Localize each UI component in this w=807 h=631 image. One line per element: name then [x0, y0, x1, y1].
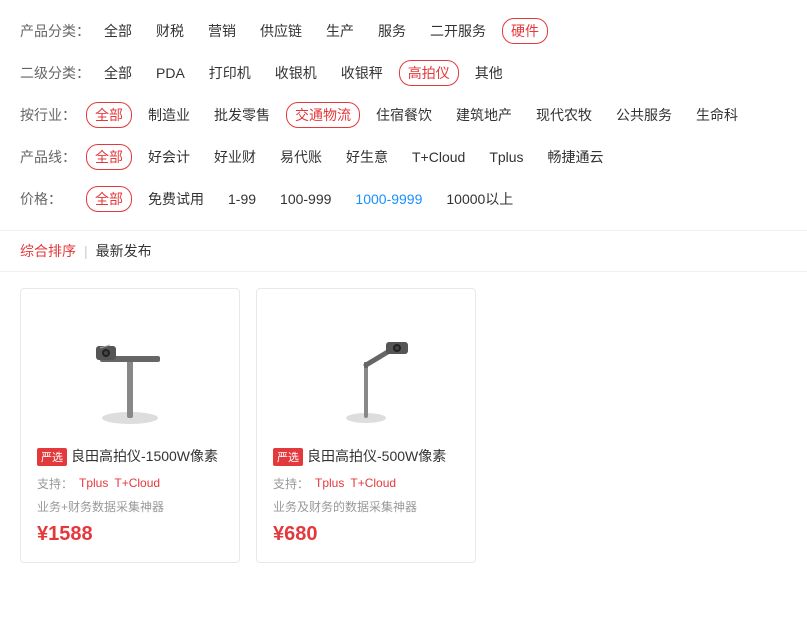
industry-gongfuwu[interactable]: 公共服务 [608, 103, 680, 127]
pl-tcloud[interactable]: T+Cloud [404, 147, 473, 167]
filter-section: 产品分类： 全部 财税 营销 供应链 生产 服务 二开服务 硬件 二级分类： 全… [0, 0, 807, 231]
product-desc-1: 业务+财务数据采集神器 [37, 498, 223, 515]
category-shengchan[interactable]: 生产 [318, 19, 362, 43]
sort-divider: | [84, 243, 88, 259]
product-image-1 [37, 305, 223, 435]
subcategory-label: 二级分类： [20, 63, 90, 83]
category-filter-row: 产品分类： 全部 财税 营销 供应链 生产 服务 二开服务 硬件 [20, 10, 787, 52]
price-items: 全部 免费试用 1-99 100-999 1000-9999 10000以上 [86, 186, 521, 212]
support-label-1: 支持： [37, 475, 73, 492]
pl-tplus[interactable]: Tplus [481, 147, 531, 167]
industry-jiaotong[interactable]: 交通物流 [286, 102, 360, 128]
product-badge-title-2: 严选 良田高拍仪-500W像素 [273, 447, 459, 467]
product-image-svg-1 [80, 310, 180, 430]
subcategory-items: 全部 PDA 打印机 收银机 收银秤 高拍仪 其他 [96, 60, 511, 86]
sort-comprehensive[interactable]: 综合排序 [20, 241, 76, 261]
industry-nongye[interactable]: 现代农牧 [528, 103, 600, 127]
sort-latest[interactable]: 最新发布 [96, 241, 152, 261]
product-badge-title-1: 严选 良田高拍仪-1500W像素 [37, 447, 223, 467]
price-1000-9999[interactable]: 1000-9999 [347, 189, 430, 209]
product-card-1[interactable]: 严选 良田高拍仪-1500W像素 支持： Tplus T+Cloud 业务+财务… [20, 288, 240, 563]
product-badge-1: 严选 [37, 448, 67, 466]
price-filter-row: 价格： 全部 免费试用 1-99 100-999 1000-9999 10000… [20, 178, 787, 220]
price-100-999[interactable]: 100-999 [272, 189, 339, 209]
pl-all[interactable]: 全部 [86, 144, 132, 170]
industry-filter-row: 按行业： 全部 制造业 批发零售 交通物流 住宿餐饮 建筑地产 现代农牧 公共服… [20, 94, 787, 136]
industry-pifa[interactable]: 批发零售 [206, 103, 278, 127]
support-label-2: 支持： [273, 475, 309, 492]
industry-zhizao[interactable]: 制造业 [140, 103, 198, 127]
pl-haoyecai[interactable]: 好业财 [206, 145, 264, 169]
product-title-1: 良田高拍仪-1500W像素 [71, 447, 218, 467]
productline-items: 全部 好会计 好业财 易代账 好生意 T+Cloud Tplus 畅捷通云 [86, 144, 612, 170]
product-support-2: 支持： Tplus T+Cloud [273, 475, 459, 492]
pl-yidaizhang[interactable]: 易代账 [272, 145, 330, 169]
pl-changjietong[interactable]: 畅捷通云 [540, 145, 612, 169]
price-free[interactable]: 免费试用 [140, 187, 212, 211]
product-title-2: 良田高拍仪-500W像素 [307, 447, 446, 467]
sort-bar: 综合排序 | 最新发布 [0, 231, 807, 272]
industry-label: 按行业： [20, 105, 80, 125]
price-10000plus[interactable]: 10000以上 [438, 187, 521, 211]
category-label: 产品分类： [20, 21, 90, 41]
tag-tcloud-1: T+Cloud [114, 476, 160, 490]
sub-all[interactable]: 全部 [96, 61, 140, 85]
sub-shouyin[interactable]: 收银机 [267, 61, 325, 85]
industry-shengming[interactable]: 生命科 [688, 103, 746, 127]
product-desc-2: 业务及财务的数据采集神器 [273, 498, 459, 515]
tag-tplus-2: Tplus [315, 476, 344, 490]
product-image-svg-2 [316, 310, 416, 430]
category-yingjian[interactable]: 硬件 [502, 18, 548, 44]
category-items: 全部 财税 营销 供应链 生产 服务 二开服务 硬件 [96, 18, 548, 44]
price-all[interactable]: 全部 [86, 186, 132, 212]
category-erkaifuwu[interactable]: 二开服务 [422, 19, 494, 43]
product-image-2 [273, 305, 459, 435]
category-gongyinglian[interactable]: 供应链 [252, 19, 310, 43]
sub-qita[interactable]: 其他 [467, 61, 511, 85]
industry-all[interactable]: 全部 [86, 102, 132, 128]
price-label: 价格： [20, 189, 80, 209]
product-card-2[interactable]: 严选 良田高拍仪-500W像素 支持： Tplus T+Cloud 业务及财务的… [256, 288, 476, 563]
tag-tplus-1: Tplus [79, 476, 108, 490]
price-1-99[interactable]: 1-99 [220, 189, 264, 209]
category-all[interactable]: 全部 [96, 19, 140, 43]
subcategory-filter-row: 二级分类： 全部 PDA 打印机 收银机 收银秤 高拍仪 其他 [20, 52, 787, 94]
product-badge-2: 严选 [273, 448, 303, 466]
product-grid: 严选 良田高拍仪-1500W像素 支持： Tplus T+Cloud 业务+财务… [0, 272, 807, 579]
tag-tcloud-2: T+Cloud [350, 476, 396, 490]
productline-label: 产品线： [20, 147, 80, 167]
productline-filter-row: 产品线： 全部 好会计 好业财 易代账 好生意 T+Cloud Tplus 畅捷… [20, 136, 787, 178]
category-fuwu[interactable]: 服务 [370, 19, 414, 43]
industry-items: 全部 制造业 批发零售 交通物流 住宿餐饮 建筑地产 现代农牧 公共服务 生命科 [86, 102, 746, 128]
product-price-1: ¥1588 [37, 523, 223, 546]
sub-dayinji[interactable]: 打印机 [201, 61, 259, 85]
pl-haoshengyi[interactable]: 好生意 [338, 145, 396, 169]
product-support-1: 支持： Tplus T+Cloud [37, 475, 223, 492]
industry-zhusucanting[interactable]: 住宿餐饮 [368, 103, 440, 127]
sub-cheng[interactable]: 收银秤 [333, 61, 391, 85]
industry-jianzhu[interactable]: 建筑地产 [448, 103, 520, 127]
product-price-2: ¥680 [273, 523, 459, 546]
category-caishui[interactable]: 财税 [148, 19, 192, 43]
sub-pda[interactable]: PDA [148, 63, 193, 83]
category-yingxiao[interactable]: 营销 [200, 19, 244, 43]
sub-gaopaiyi[interactable]: 高拍仪 [399, 60, 459, 86]
pl-haokuaiji[interactable]: 好会计 [140, 145, 198, 169]
